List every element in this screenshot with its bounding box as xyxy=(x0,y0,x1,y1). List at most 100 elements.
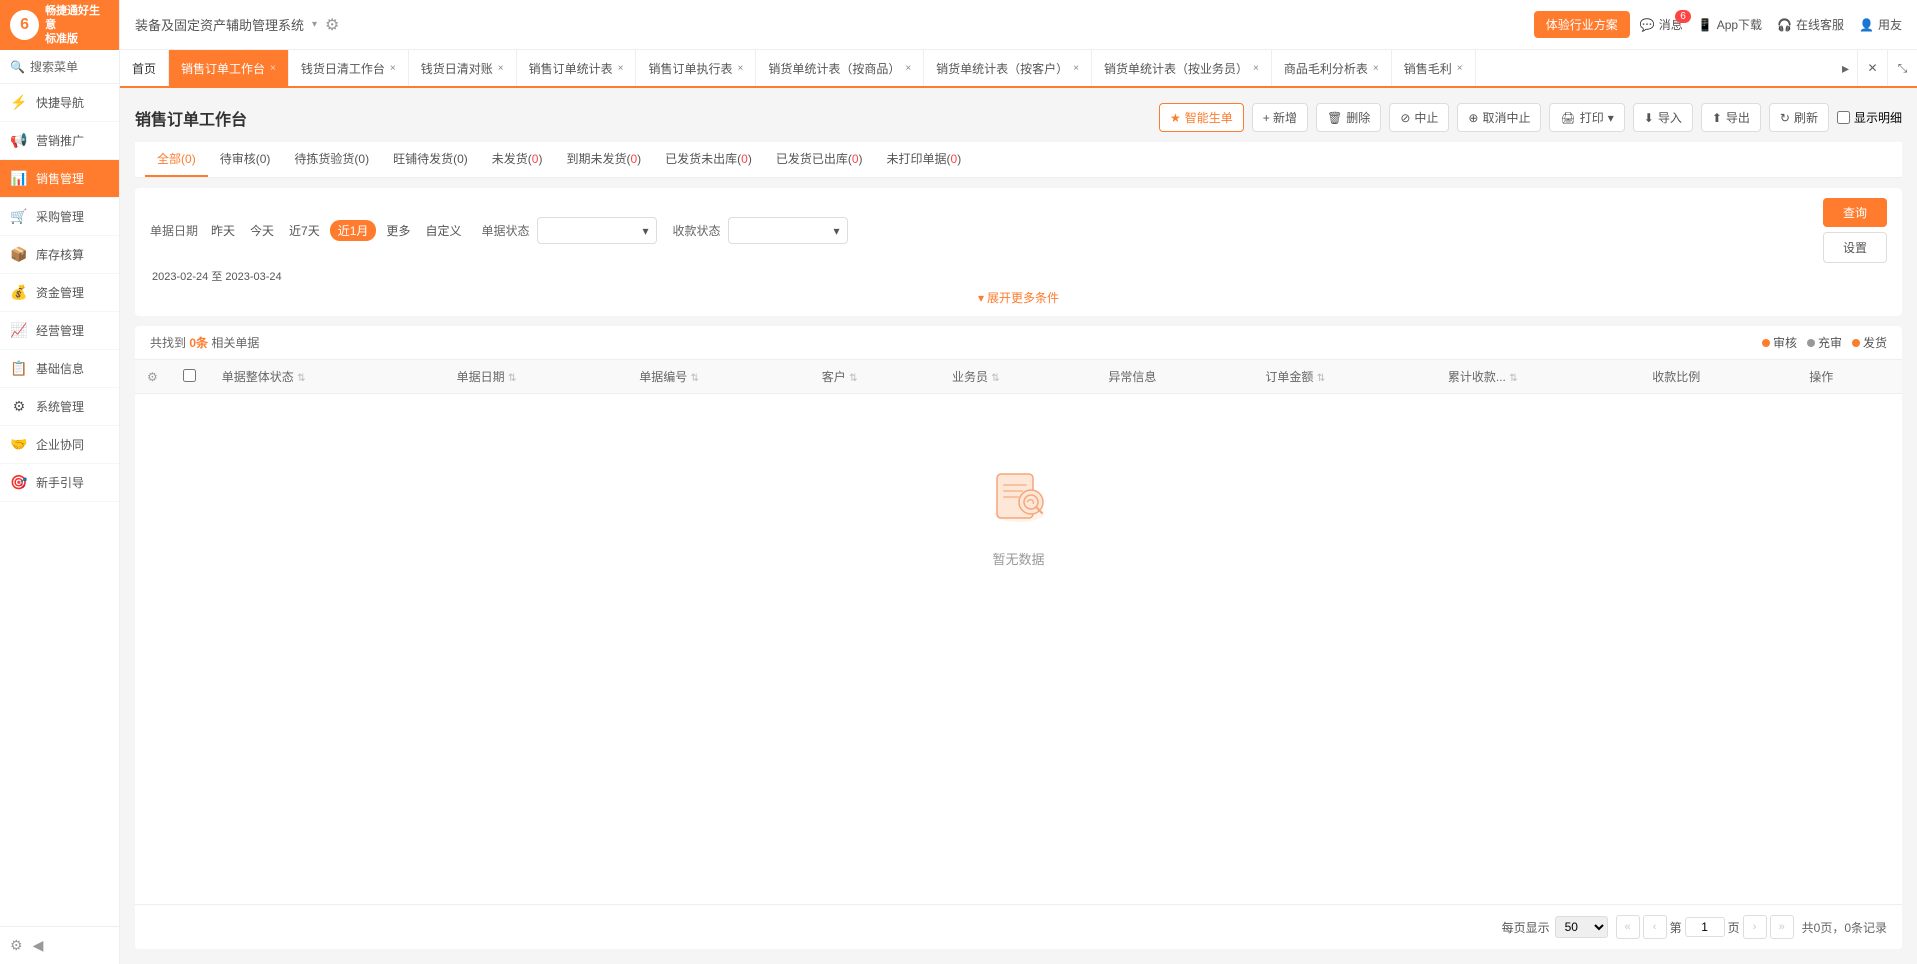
sidebar-item-inventory[interactable]: 📦库存核算 xyxy=(0,236,119,274)
sidebar-item-label-quick-nav: 快捷导航 xyxy=(36,94,84,111)
show-details-checkbox[interactable] xyxy=(1837,111,1850,124)
sidebar-settings-btn[interactable]: ⚙ xyxy=(10,937,23,954)
date-option-近1月[interactable]: 近1月 xyxy=(330,220,377,241)
tab-close-sales-by-product[interactable]: × xyxy=(905,63,911,74)
print-btn[interactable]: 🖨 打印 ▾ xyxy=(1549,103,1624,132)
tab-close-sales-by-customer[interactable]: × xyxy=(1073,63,1079,74)
sort-customer-icon[interactable]: ⇅ xyxy=(849,373,857,384)
tab-close-cash-daily[interactable]: × xyxy=(390,63,396,74)
tab-sales-stats[interactable]: 销售订单统计表× xyxy=(517,50,637,87)
sub-tab-wangpu-pending[interactable]: 旺铺待发货(0) xyxy=(381,142,480,177)
filter-settings-btn[interactable]: 设置 xyxy=(1823,232,1887,263)
col-settings[interactable]: ⚙ xyxy=(135,360,170,394)
sort-staff-icon[interactable]: ⇅ xyxy=(991,373,999,384)
sub-tab-pending-inspect[interactable]: 待拣货验货(0) xyxy=(282,142,381,177)
sub-tab-shipped-not-out[interactable]: 已发货未出库(0) xyxy=(653,142,764,177)
sidebar-item-sales[interactable]: 📊销售管理 xyxy=(0,160,119,198)
online-service-btn[interactable]: 🎧 在线客服 xyxy=(1777,16,1844,33)
sub-tab-unshipped[interactable]: 未发货(0) xyxy=(480,142,555,177)
smart-create-btn[interactable]: ★ 智能生单 xyxy=(1159,103,1244,132)
refresh-btn[interactable]: ↻ 刷新 xyxy=(1769,103,1829,132)
cancel-stop-btn[interactable]: ⊕ 取消中止 xyxy=(1457,103,1541,132)
expand-btn[interactable]: ▾ 展开更多条件 xyxy=(978,289,1059,306)
tab-close-sales-order-workbench[interactable]: × xyxy=(270,63,276,74)
last-page-btn[interactable]: » xyxy=(1770,915,1794,939)
sidebar-item-finance[interactable]: 💰资金管理 xyxy=(0,274,119,312)
sidebar-item-guide[interactable]: 🎯新手引导 xyxy=(0,464,119,502)
date-option-昨天[interactable]: 昨天 xyxy=(206,220,240,241)
user-btn[interactable]: 👤 用友 xyxy=(1859,16,1902,33)
solution-btn[interactable]: 体验行业方案 xyxy=(1534,11,1630,38)
quick-action-ship[interactable]: 发货 xyxy=(1852,334,1887,351)
tab-sales-order-workbench[interactable]: 销售订单工作台× xyxy=(169,50,289,87)
date-option-更多[interactable]: 更多 xyxy=(381,220,415,241)
sub-tab-all[interactable]: 全部(0) xyxy=(145,142,208,177)
page-number-input[interactable] xyxy=(1685,917,1725,937)
sub-tab-expired-unshipped[interactable]: 到期未发货(0) xyxy=(554,142,653,177)
quick-action-unreviewed[interactable]: 充审 xyxy=(1807,334,1842,351)
add-btn[interactable]: + 新增 xyxy=(1252,103,1308,132)
page-size-select[interactable]: 50 10 20 100 xyxy=(1555,916,1608,938)
export-icon: ⬆ xyxy=(1712,111,1722,125)
next-page-btn[interactable]: › xyxy=(1743,915,1767,939)
tab-sales-by-customer[interactable]: 销货单统计表（按客户）× xyxy=(924,50,1092,87)
col-checkbox[interactable] xyxy=(170,360,210,394)
tab-close-gross-margin[interactable]: × xyxy=(1373,63,1379,74)
payment-select[interactable]: ▾ xyxy=(728,217,848,244)
tab-close-cash-reconcile[interactable]: × xyxy=(498,63,504,74)
first-page-btn[interactable]: « xyxy=(1616,915,1640,939)
tab-home[interactable]: 首页 xyxy=(120,50,169,87)
query-btn[interactable]: 查询 xyxy=(1823,198,1887,227)
sort-date-icon[interactable]: ⇅ xyxy=(508,373,516,384)
app-download-btn[interactable]: 📱 App下载 xyxy=(1698,16,1762,33)
tab-close-sales-stats[interactable]: × xyxy=(618,63,624,74)
sidebar-item-basic-info[interactable]: 📋基础信息 xyxy=(0,350,119,388)
tab-sales-exec[interactable]: 销售订单执行表× xyxy=(636,50,756,87)
col-staff: 业务员 ⇅ xyxy=(940,360,1096,394)
sort-received-icon[interactable]: ⇅ xyxy=(1509,373,1517,384)
sort-status-icon[interactable]: ⇅ xyxy=(297,373,305,384)
import-btn[interactable]: ⬇ 导入 xyxy=(1633,103,1693,132)
sub-tab-unprinted[interactable]: 未打印单据(0) xyxy=(875,142,974,177)
sidebar-search[interactable]: 🔍 搜索菜单 xyxy=(0,50,119,84)
date-option-自定义[interactable]: 自定义 xyxy=(420,220,466,241)
sidebar-collapse-btn[interactable]: ◀ xyxy=(33,937,44,954)
tab-close-all-btn[interactable]: ✕ xyxy=(1857,50,1887,87)
sub-tabs: 全部(0)待审核(0)待拣货验货(0)旺铺待发货(0)未发货(0)到期未发货(0… xyxy=(135,142,1902,178)
message-btn[interactable]: 💬 消息 6 xyxy=(1640,16,1683,33)
tab-close-sales-by-staff[interactable]: × xyxy=(1253,63,1259,74)
sidebar-item-system[interactable]: ⚙系统管理 xyxy=(0,388,119,426)
tab-close-sales-profit[interactable]: × xyxy=(1457,63,1463,74)
tab-cash-daily[interactable]: 钱货日清工作台× xyxy=(289,50,409,87)
stop-btn[interactable]: ⊘ 中止 xyxy=(1389,103,1449,132)
sidebar-item-marketing[interactable]: 📢营销推广 xyxy=(0,122,119,160)
show-details-label[interactable]: 显示明细 xyxy=(1837,109,1902,126)
date-option-近7天[interactable]: 近7天 xyxy=(284,220,325,241)
topbar-dropdown-icon[interactable]: ▾ xyxy=(312,19,317,30)
tab-sales-by-product[interactable]: 销货单统计表（按商品）× xyxy=(756,50,924,87)
export-btn[interactable]: ⬆ 导出 xyxy=(1701,103,1761,132)
page-label: 第 xyxy=(1670,919,1682,936)
prev-page-btn[interactable]: ‹ xyxy=(1643,915,1667,939)
delete-btn[interactable]: 🗑 删除 xyxy=(1316,103,1381,132)
tab-cash-reconcile[interactable]: 钱货日清对账× xyxy=(409,50,517,87)
sidebar-item-purchase[interactable]: 🛒采购管理 xyxy=(0,198,119,236)
sort-number-icon[interactable]: ⇅ xyxy=(691,373,699,384)
status-select[interactable]: ▾ xyxy=(537,217,657,244)
tab-sales-by-staff[interactable]: 销货单统计表（按业务员）× xyxy=(1092,50,1272,87)
sort-amount-icon[interactable]: ⇅ xyxy=(1317,373,1325,384)
tab-more-btn[interactable]: ▸ xyxy=(1834,50,1857,87)
tab-expand-btn[interactable]: ⤡ xyxy=(1887,50,1917,87)
tab-sales-profit[interactable]: 销售毛利× xyxy=(1392,50,1476,87)
tab-gross-margin[interactable]: 商品毛利分析表× xyxy=(1272,50,1392,87)
quick-action-review[interactable]: 审核 xyxy=(1762,334,1797,351)
sidebar-item-operations[interactable]: 📈经营管理 xyxy=(0,312,119,350)
date-option-今天[interactable]: 今天 xyxy=(245,220,279,241)
sidebar-item-enterprise[interactable]: 🤝企业协同 xyxy=(0,426,119,464)
topbar-settings-icon[interactable]: ⚙ xyxy=(325,15,339,35)
sidebar-item-quick-nav[interactable]: ⚡快捷导航 xyxy=(0,84,119,122)
sub-tab-pending-review[interactable]: 待审核(0) xyxy=(208,142,283,177)
tab-close-sales-exec[interactable]: × xyxy=(737,63,743,74)
select-all-checkbox[interactable] xyxy=(183,369,196,382)
sub-tab-shipped-out[interactable]: 已发货已出库(0) xyxy=(764,142,875,177)
